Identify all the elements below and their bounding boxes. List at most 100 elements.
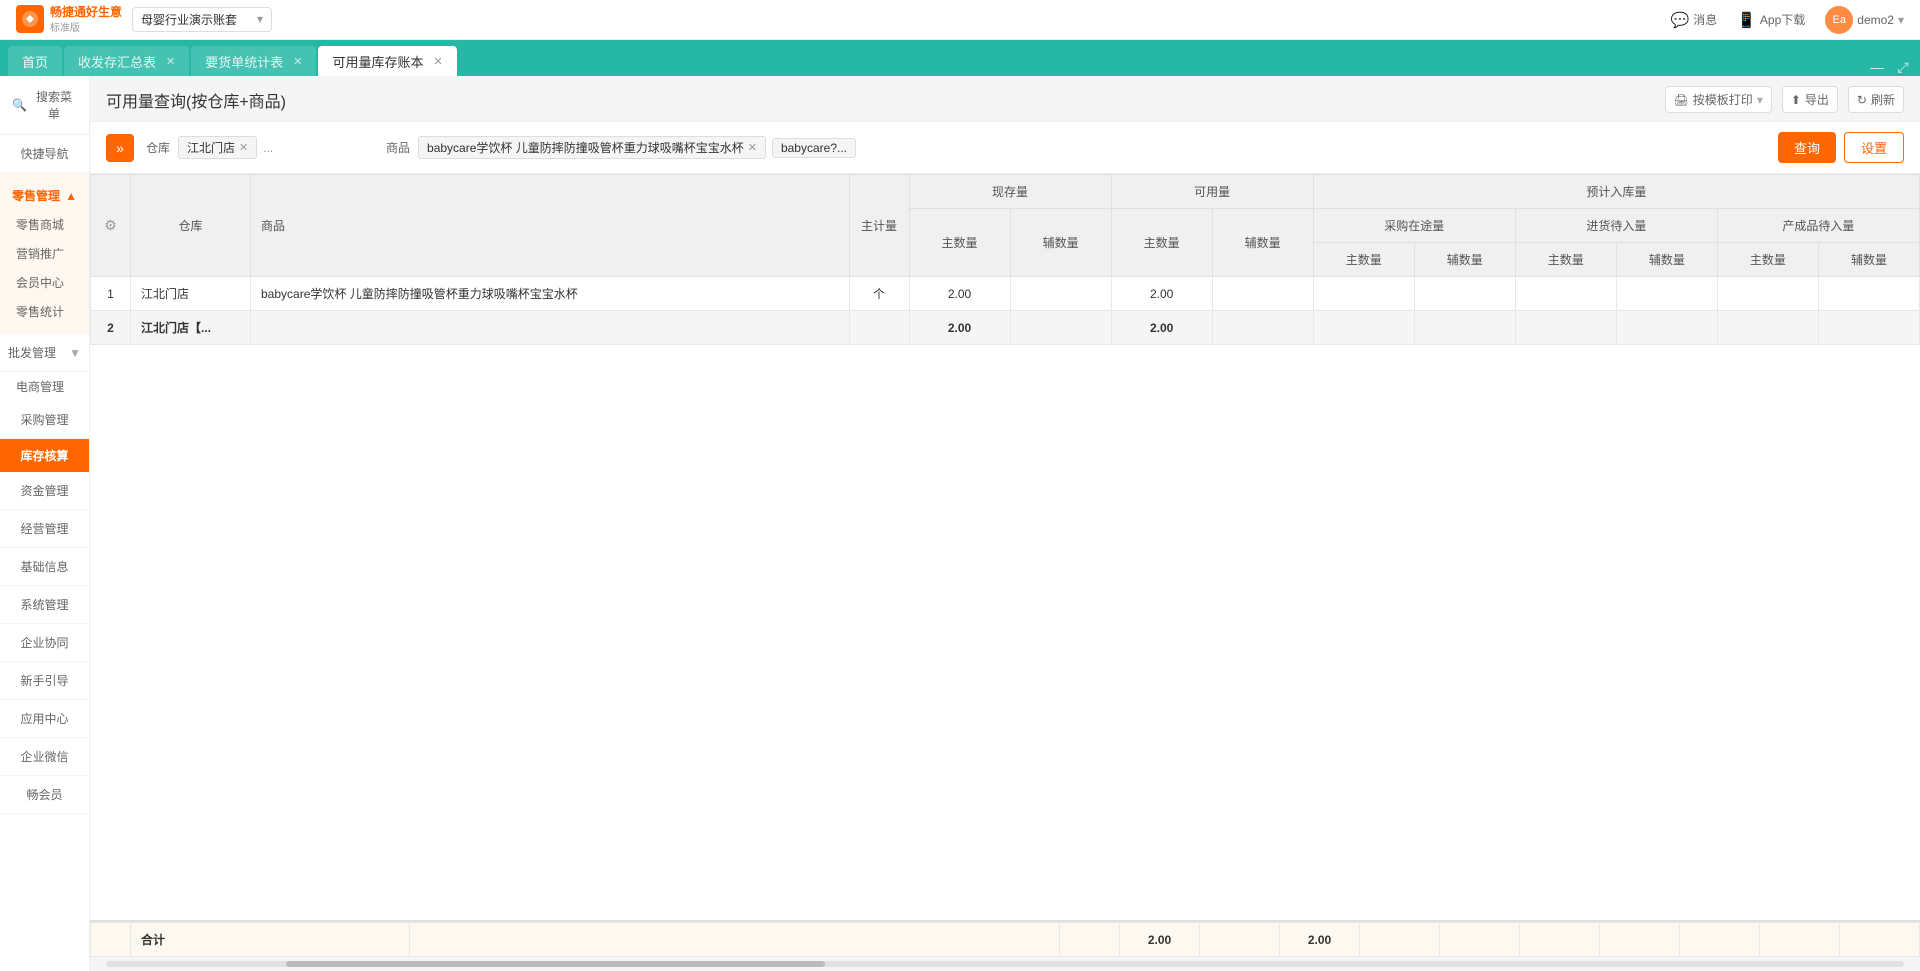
app-download-btn[interactable]: 📱 App下载 <box>1737 11 1805 29</box>
row-1-stock-aux <box>1010 277 1111 311</box>
message-icon: 💬 <box>1671 11 1690 29</box>
footer-production-main <box>1760 923 1840 957</box>
tab-home-label: 首页 <box>22 52 48 71</box>
tab-income-summary[interactable]: 收发存汇总表 ✕ <box>64 46 189 76</box>
sidebar-item-inventory[interactable]: 库存核算 <box>0 439 89 472</box>
th-purchase-aux: 辅数量 <box>1414 243 1515 277</box>
export-btn[interactable]: ⬆ 导出 <box>1782 86 1838 113</box>
scrollbar-area <box>90 957 1920 971</box>
warehouse-more[interactable]: ... <box>263 141 273 155</box>
row-2-purchase-aux <box>1414 311 1515 345</box>
product-tag-0: babycare学饮杯 儿童防摔防撞吸管杯重力球吸嘴杯宝宝水杯 ✕ <box>418 136 766 159</box>
filter-toggle-btn[interactable]: » <box>106 134 134 162</box>
sidebar-search-btn[interactable]: 🔍 搜索菜单 <box>8 84 81 126</box>
tab-order-stats[interactable]: 要货单统计表 ✕ <box>191 46 316 76</box>
row-2-stock-main: 2.00 <box>909 311 1010 345</box>
row-1-stock-main: 2.00 <box>909 277 1010 311</box>
row-2-incoming-main <box>1515 311 1616 345</box>
minimize-btn[interactable]: — <box>1868 58 1886 76</box>
th-index: ⚙ <box>91 175 131 277</box>
print-btn[interactable]: 🖨 按模板打印 ▾ <box>1665 86 1772 113</box>
content-area: 可用量查询(按仓库+商品) 🖨 按模板打印 ▾ ⬆ 导出 ↻ 刷新 <box>90 76 1920 971</box>
message-btn[interactable]: 💬 消息 <box>1671 11 1718 29</box>
tab-income-summary-close[interactable]: ✕ <box>166 55 175 68</box>
th-available-main: 主数量 <box>1111 209 1212 277</box>
footer-incoming-main <box>1600 923 1680 957</box>
sidebar-item-system[interactable]: 系统管理 <box>0 586 89 624</box>
sidebar-item-marketing[interactable]: 营销推广 <box>8 239 81 268</box>
sidebar-item-retail-stats[interactable]: 零售统计 <box>8 297 81 326</box>
row-2-available-main: 2.00 <box>1111 311 1212 345</box>
sidebar-item-finance[interactable]: 资金管理 <box>0 472 89 510</box>
sidebar-item-wechat[interactable]: 企业微信 <box>0 738 89 776</box>
footer-stock-aux <box>1200 923 1280 957</box>
print-icon: 🖨 <box>1674 93 1689 107</box>
row-2-product <box>251 311 850 345</box>
sidebar-item-retail-mall[interactable]: 零售商城 <box>8 210 81 239</box>
main-layout: 🔍 搜索菜单 快捷导航 零售管理 ▲ 零售商城 营销推广 会员中心 零售统计 批… <box>0 76 1920 971</box>
sidebar-item-ecommerce[interactable]: 电商管理 <box>0 372 89 401</box>
query-btn[interactable]: 查询 <box>1778 132 1836 163</box>
top-bar-left: 畅捷通好生意 标准版 母婴行业演示账套 ▾ <box>16 5 272 34</box>
warehouse-tag-0-close[interactable]: ✕ <box>239 141 248 154</box>
refresh-btn[interactable]: ↻ 刷新 <box>1848 86 1904 113</box>
footer-empty-1 <box>91 923 131 957</box>
user-name: demo2 <box>1857 13 1894 27</box>
sidebar-item-purchase[interactable]: 采购管理 <box>0 401 89 439</box>
sidebar-search-area: 🔍 搜索菜单 <box>0 76 89 135</box>
maximize-btn[interactable]: ⤢ <box>1894 58 1912 76</box>
row-2-unit <box>849 311 909 345</box>
settings-gear-icon[interactable]: ⚙ <box>104 217 117 233</box>
logo-sub: 标准版 <box>50 19 122 34</box>
footer-available-main: 2.00 <box>1280 923 1360 957</box>
th-production-main: 主数量 <box>1717 243 1818 277</box>
sidebar-item-operation[interactable]: 经营管理 <box>0 510 89 548</box>
tab-available-inventory-label: 可用量库存账本 <box>332 52 423 71</box>
scrollbar-thumb[interactable] <box>286 961 825 967</box>
table-row: 2 江北门店【... 2.00 2.00 <box>91 311 1920 345</box>
th-incoming-aux: 辅数量 <box>1616 243 1717 277</box>
row-1-purchase-aux <box>1414 277 1515 311</box>
tab-available-inventory-close[interactable]: ✕ <box>434 55 443 68</box>
product-tag-1: babycare?... <box>772 138 856 158</box>
sidebar: 🔍 搜索菜单 快捷导航 零售管理 ▲ 零售商城 营销推广 会员中心 零售统计 批… <box>0 76 90 971</box>
scrollbar-track[interactable] <box>106 961 1904 967</box>
tab-home[interactable]: 首页 <box>8 46 62 76</box>
tab-available-inventory[interactable]: 可用量库存账本 ✕ <box>318 46 456 76</box>
th-stock-main: 主数量 <box>909 209 1010 277</box>
footer-empty-product <box>409 923 1059 957</box>
th-stock-aux: 辅数量 <box>1010 209 1111 277</box>
product-tag-0-close[interactable]: ✕ <box>748 141 757 154</box>
tab-order-stats-close[interactable]: ✕ <box>293 55 302 68</box>
sidebar-item-wholesale[interactable]: 批发管理 ▼ <box>0 334 89 372</box>
row-1-production-main <box>1717 277 1818 311</box>
sidebar-item-base[interactable]: 基础信息 <box>0 548 89 586</box>
user-menu[interactable]: Ea demo2 ▾ <box>1825 6 1904 34</box>
footer-purchase-aux <box>1520 923 1600 957</box>
row-2-production-aux <box>1818 311 1919 345</box>
setting-btn[interactable]: 设置 <box>1844 132 1904 163</box>
sidebar-item-members[interactable]: 会员中心 <box>8 268 81 297</box>
refresh-icon: ↻ <box>1857 93 1867 107</box>
sidebar-item-newguide[interactable]: 新手引导 <box>0 662 89 700</box>
user-dropdown-icon: ▾ <box>1898 13 1904 27</box>
logo-text-area: 畅捷通好生意 标准版 <box>50 5 122 34</box>
th-stock-group: 现存量 <box>909 175 1111 209</box>
sidebar-item-enterprise[interactable]: 企业协同 <box>0 624 89 662</box>
sidebar-section-retail-title[interactable]: 零售管理 ▲ <box>8 181 81 210</box>
search-icon: 🔍 <box>12 98 27 112</box>
row-1-incoming-aux <box>1616 277 1717 311</box>
th-main-unit: 主计量 <box>849 175 909 277</box>
data-table: ⚙ 仓库 商品 主计量 现存量 可用量 预计入库量 主数量 辅数量 主数量 辅数… <box>90 174 1920 345</box>
logo-icon <box>16 5 44 33</box>
sidebar-item-vip[interactable]: 畅会员 <box>0 776 89 814</box>
th-production-group: 产成品待入量 <box>1717 209 1919 243</box>
table-row: 1 江北门店 babycare学饮杯 儿童防摔防撞吸管杯重力球吸嘴杯宝宝水杯 个… <box>91 277 1920 311</box>
industry-dropdown-icon: ▾ <box>257 12 263 26</box>
industry-label: 母婴行业演示账套 <box>141 11 237 28</box>
sidebar-item-apps[interactable]: 应用中心 <box>0 700 89 738</box>
industry-select[interactable]: 母婴行业演示账套 ▾ <box>132 7 272 32</box>
sidebar-item-quick-nav[interactable]: 快捷导航 <box>0 135 89 173</box>
row-1-purchase-main <box>1313 277 1414 311</box>
sidebar-section-retail: 零售管理 ▲ 零售商城 营销推广 会员中心 零售统计 <box>0 173 89 334</box>
